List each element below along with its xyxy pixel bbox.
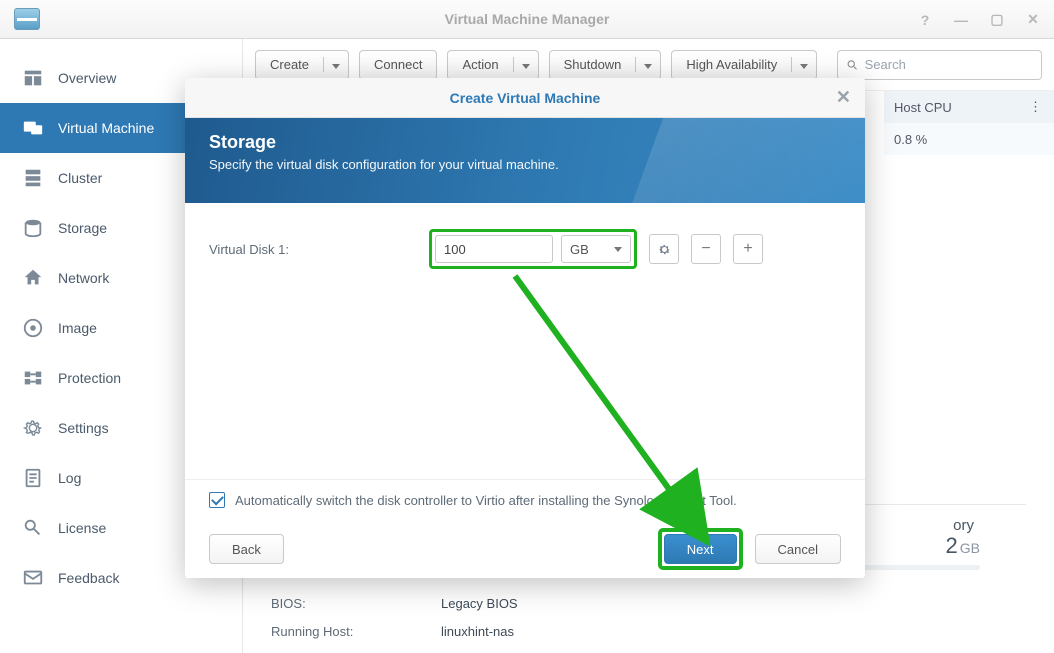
disk-size-input[interactable]	[435, 235, 553, 263]
minimize-icon[interactable]: —	[950, 12, 972, 28]
menu-dots-icon[interactable]: ⋮	[1029, 99, 1044, 115]
virtual-disk-label: Virtual Disk 1:	[209, 242, 429, 257]
search-input[interactable]	[865, 57, 1033, 72]
highlight-annotation: Next	[658, 528, 743, 570]
modal-title: Create Virtual Machine	[450, 90, 601, 106]
gear-icon	[657, 242, 672, 257]
sidebar-item-label: Cluster	[58, 170, 102, 186]
chevron-down-icon[interactable]	[323, 57, 348, 72]
host-cpu-value: 0.8 %	[884, 123, 1054, 155]
sidebar-item-label: Log	[58, 470, 81, 486]
auto-switch-checkbox[interactable]	[209, 492, 225, 508]
add-disk-button[interactable]: +	[733, 234, 763, 264]
auto-switch-row: Automatically switch the disk controller…	[185, 479, 865, 520]
modal-actions: Back Next Cancel	[185, 520, 865, 578]
sidebar-item-label: Image	[58, 320, 97, 336]
sidebar-item-label: License	[58, 520, 106, 536]
info-row-bios: BIOS:Legacy BIOS	[271, 589, 1026, 617]
info-row-host: Running Host:linuxhint-nas	[271, 617, 1026, 645]
protection-icon	[22, 367, 44, 389]
host-cpu-label: Host CPU	[894, 100, 952, 115]
sidebar-item-label: Feedback	[58, 570, 119, 586]
search-box[interactable]	[837, 50, 1042, 80]
settings-icon	[22, 417, 44, 439]
sidebar-item-label: Settings	[58, 420, 109, 436]
network-icon	[22, 267, 44, 289]
memory-value: 2GB	[946, 533, 980, 559]
remove-disk-button[interactable]: −	[691, 234, 721, 264]
log-icon	[22, 467, 44, 489]
next-button[interactable]: Next	[664, 534, 737, 564]
virtual-disk-row: Virtual Disk 1: GB − +	[209, 229, 841, 269]
close-icon[interactable]: ✕	[1022, 11, 1044, 28]
chevron-down-icon[interactable]	[513, 57, 538, 72]
memory-label: ory	[953, 517, 974, 534]
sidebar-item-label: Virtual Machine	[58, 120, 154, 136]
close-icon[interactable]: ✕	[836, 87, 851, 108]
modal-hero: Storage Specify the virtual disk configu…	[185, 118, 865, 203]
create-vm-modal: Create Virtual Machine ✕ Storage Specify…	[185, 78, 865, 578]
modal-step-title: Storage	[209, 132, 841, 153]
disk-settings-button[interactable]	[649, 234, 679, 264]
window-titlebar: Virtual Machine Manager ? — ▢ ✕	[0, 0, 1054, 39]
maximize-icon[interactable]: ▢	[986, 11, 1008, 28]
back-button[interactable]: Back	[209, 534, 284, 564]
sidebar-item-label: Overview	[58, 70, 116, 86]
cancel-button[interactable]: Cancel	[755, 534, 841, 564]
highlight-annotation: GB	[429, 229, 637, 269]
sidebar-item-label: Protection	[58, 370, 121, 386]
chevron-down-icon[interactable]	[635, 57, 660, 72]
action-button[interactable]: Action	[447, 50, 538, 80]
sidebar-item-label: Storage	[58, 220, 107, 236]
auto-switch-label: Automatically switch the disk controller…	[235, 493, 737, 508]
image-icon	[22, 317, 44, 339]
feedback-icon	[22, 567, 44, 589]
disk-unit-select[interactable]: GB	[561, 235, 631, 263]
cluster-icon	[22, 167, 44, 189]
create-button[interactable]: Create	[255, 50, 349, 80]
connect-button[interactable]: Connect	[359, 50, 437, 80]
high-availability-button[interactable]: High Availability	[671, 50, 817, 80]
shutdown-button[interactable]: Shutdown	[549, 50, 662, 80]
license-icon	[22, 517, 44, 539]
host-cpu-panel: Host CPU ⋮ 0.8 %	[884, 91, 1054, 155]
sidebar-item-label: Network	[58, 270, 109, 286]
modal-titlebar: Create Virtual Machine ✕	[185, 78, 865, 118]
modal-step-subtitle: Specify the virtual disk configuration f…	[209, 157, 841, 172]
window-title: Virtual Machine Manager	[0, 11, 1054, 27]
vm-icon	[22, 117, 44, 139]
overview-icon	[22, 67, 44, 89]
chevron-down-icon[interactable]	[791, 57, 816, 72]
search-icon	[846, 58, 859, 72]
help-icon[interactable]: ?	[914, 12, 936, 28]
storage-icon	[22, 217, 44, 239]
